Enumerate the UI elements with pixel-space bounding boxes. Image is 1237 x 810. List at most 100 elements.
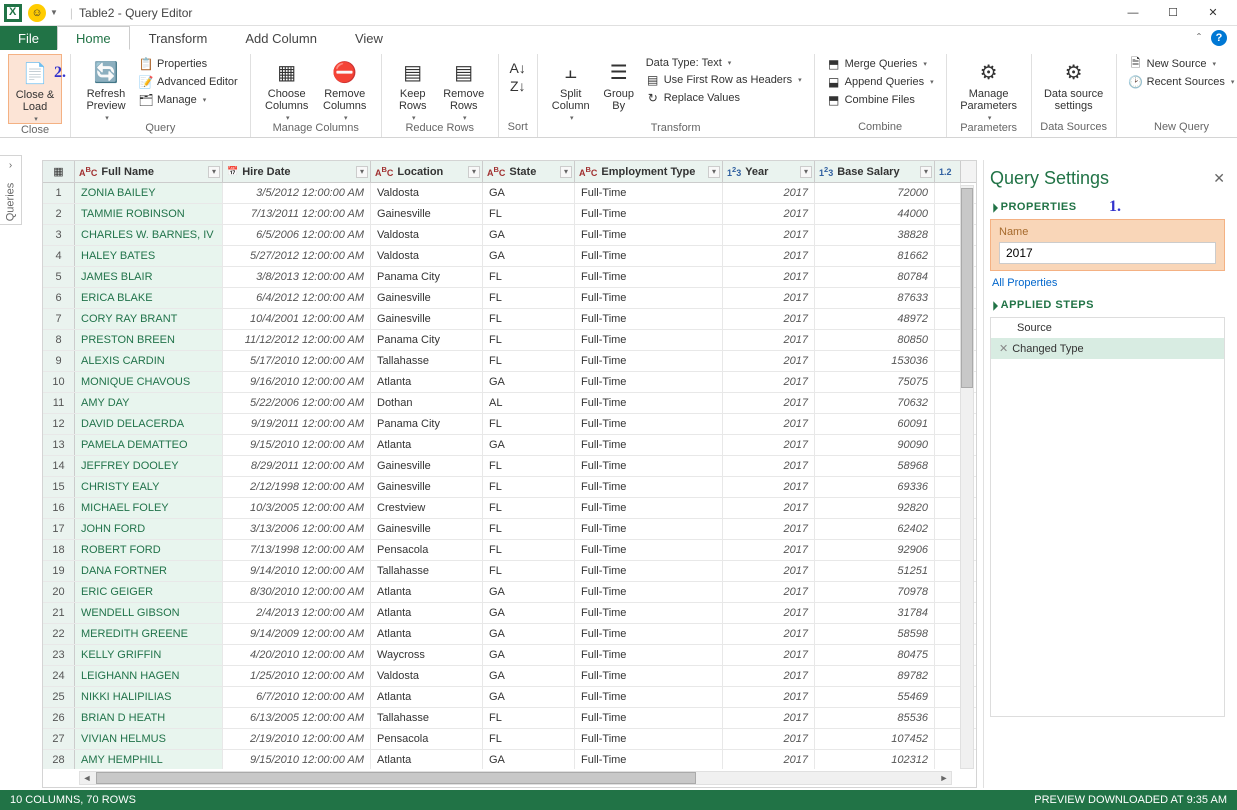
maximize-button[interactable]: ☐	[1153, 2, 1193, 24]
tab-home[interactable]: Home	[57, 26, 130, 50]
cell-location[interactable]: Gainesville	[371, 288, 483, 308]
cell-employment-type[interactable]: Full-Time	[575, 582, 723, 602]
cell-location[interactable]: Crestview	[371, 498, 483, 518]
cell-hire-date[interactable]: 5/17/2010 12:00:00 AM	[223, 351, 371, 371]
cell-year[interactable]: 2017	[723, 582, 815, 602]
cell-base-salary[interactable]: 75075	[815, 372, 935, 392]
cell-state[interactable]: GA	[483, 750, 575, 769]
row-header[interactable]: 17	[43, 519, 75, 539]
manage-parameters-button[interactable]: ⚙ Manage Parameters▾	[955, 54, 1023, 122]
cell-employment-type[interactable]: Full-Time	[575, 267, 723, 287]
cell-state[interactable]: FL	[483, 519, 575, 539]
table-row[interactable]: 26BRIAN D HEATH6/13/2005 12:00:00 AMTall…	[43, 708, 976, 729]
combine-files-button[interactable]: ⬒Combine Files	[823, 92, 938, 108]
cell-employment-type[interactable]: Full-Time	[575, 225, 723, 245]
properties-button[interactable]: 📋Properties	[135, 56, 242, 72]
cell-full-name[interactable]: JOHN FORD	[75, 519, 223, 539]
smiley-icon[interactable]: ☺	[28, 4, 46, 22]
row-header[interactable]: 11	[43, 393, 75, 413]
cell-state[interactable]: FL	[483, 477, 575, 497]
cell-full-name[interactable]: PRESTON BREEN	[75, 330, 223, 350]
cell-location[interactable]: Tallahasse	[371, 561, 483, 581]
cell-hire-date[interactable]: 6/5/2006 12:00:00 AM	[223, 225, 371, 245]
step-changed-type[interactable]: ✕Changed Type	[991, 338, 1224, 359]
cell-extra[interactable]	[935, 603, 961, 623]
cell-base-salary[interactable]: 58598	[815, 624, 935, 644]
filter-icon[interactable]: ▾	[468, 166, 480, 178]
cell-location[interactable]: Gainesville	[371, 309, 483, 329]
help-icon[interactable]: ?	[1211, 30, 1227, 46]
cell-hire-date[interactable]: 9/14/2010 12:00:00 AM	[223, 561, 371, 581]
row-header[interactable]: 18	[43, 540, 75, 560]
cell-state[interactable]: GA	[483, 666, 575, 686]
cell-location[interactable]: Valdosta	[371, 246, 483, 266]
replace-values-button[interactable]: ↻Replace Values	[642, 90, 806, 106]
filter-icon[interactable]: ▾	[356, 166, 368, 178]
cell-year[interactable]: 2017	[723, 750, 815, 769]
cell-base-salary[interactable]: 60091	[815, 414, 935, 434]
group-by-button[interactable]: ☰ Group By	[598, 54, 640, 112]
cell-hire-date[interactable]: 9/14/2009 12:00:00 AM	[223, 624, 371, 644]
delete-step-icon[interactable]: ✕	[999, 343, 1008, 355]
cell-state[interactable]: GA	[483, 435, 575, 455]
cell-year[interactable]: 2017	[723, 477, 815, 497]
cell-full-name[interactable]: MONIQUE CHAVOUS	[75, 372, 223, 392]
cell-location[interactable]: Tallahasse	[371, 708, 483, 728]
cell-year[interactable]: 2017	[723, 351, 815, 371]
cell-year[interactable]: 2017	[723, 498, 815, 518]
cell-base-salary[interactable]: 51251	[815, 561, 935, 581]
cell-state[interactable]: FL	[483, 288, 575, 308]
cell-location[interactable]: Atlanta	[371, 435, 483, 455]
cell-employment-type[interactable]: Full-Time	[575, 477, 723, 497]
cell-location[interactable]: Gainesville	[371, 477, 483, 497]
refresh-preview-button[interactable]: 🔄 Refresh Preview▾	[79, 54, 133, 122]
cell-state[interactable]: FL	[483, 267, 575, 287]
row-header[interactable]: 10	[43, 372, 75, 392]
cell-extra[interactable]	[935, 225, 961, 245]
table-row[interactable]: 6ERICA BLAKE6/4/2012 12:00:00 AMGainesvi…	[43, 288, 976, 309]
cell-hire-date[interactable]: 9/16/2010 12:00:00 AM	[223, 372, 371, 392]
cell-extra[interactable]	[935, 204, 961, 224]
cell-base-salary[interactable]: 85536	[815, 708, 935, 728]
cell-hire-date[interactable]: 8/29/2011 12:00:00 AM	[223, 456, 371, 476]
close-pane-button[interactable]: ✕	[1213, 170, 1225, 187]
row-header[interactable]: 27	[43, 729, 75, 749]
cell-location[interactable]: Atlanta	[371, 603, 483, 623]
cell-extra[interactable]	[935, 372, 961, 392]
cell-employment-type[interactable]: Full-Time	[575, 666, 723, 686]
row-header[interactable]: 24	[43, 666, 75, 686]
row-header[interactable]: 8	[43, 330, 75, 350]
table-row[interactable]: 21WENDELL GIBSON2/4/2013 12:00:00 AMAtla…	[43, 603, 976, 624]
cell-employment-type[interactable]: Full-Time	[575, 435, 723, 455]
cell-hire-date[interactable]: 5/27/2012 12:00:00 AM	[223, 246, 371, 266]
col-header-base-salary[interactable]: 123Base Salary▾	[815, 161, 935, 182]
cell-full-name[interactable]: CORY RAY BRANT	[75, 309, 223, 329]
cell-base-salary[interactable]: 69336	[815, 477, 935, 497]
filter-icon[interactable]: ▾	[208, 166, 220, 178]
cell-state[interactable]: GA	[483, 582, 575, 602]
row-header[interactable]: 23	[43, 645, 75, 665]
table-row[interactable]: 5JAMES BLAIR3/8/2013 12:00:00 AMPanama C…	[43, 267, 976, 288]
cell-year[interactable]: 2017	[723, 687, 815, 707]
cell-location[interactable]: Dothan	[371, 393, 483, 413]
cell-state[interactable]: AL	[483, 393, 575, 413]
cell-location[interactable]: Valdosta	[371, 183, 483, 203]
cell-year[interactable]: 2017	[723, 288, 815, 308]
use-first-row-button[interactable]: ▤Use First Row as Headers▾	[642, 72, 806, 88]
cell-full-name[interactable]: MEREDITH GREENE	[75, 624, 223, 644]
cell-base-salary[interactable]: 90090	[815, 435, 935, 455]
row-header[interactable]: 3	[43, 225, 75, 245]
cell-employment-type[interactable]: Full-Time	[575, 603, 723, 623]
row-header[interactable]: 26	[43, 708, 75, 728]
cell-extra[interactable]	[935, 435, 961, 455]
cell-hire-date[interactable]: 10/4/2001 12:00:00 AM	[223, 309, 371, 329]
cell-employment-type[interactable]: Full-Time	[575, 498, 723, 518]
table-row[interactable]: 24LEIGHANN HAGEN1/25/2010 12:00:00 AMVal…	[43, 666, 976, 687]
table-row[interactable]: 17JOHN FORD3/13/2006 12:00:00 AMGainesvi…	[43, 519, 976, 540]
scroll-thumb[interactable]	[96, 772, 696, 784]
keep-rows-button[interactable]: ▤ Keep Rows▾	[390, 54, 436, 122]
cell-employment-type[interactable]: Full-Time	[575, 750, 723, 769]
tab-transform[interactable]: Transform	[130, 26, 227, 50]
tab-view[interactable]: View	[336, 26, 402, 50]
cell-full-name[interactable]: ROBERT FORD	[75, 540, 223, 560]
